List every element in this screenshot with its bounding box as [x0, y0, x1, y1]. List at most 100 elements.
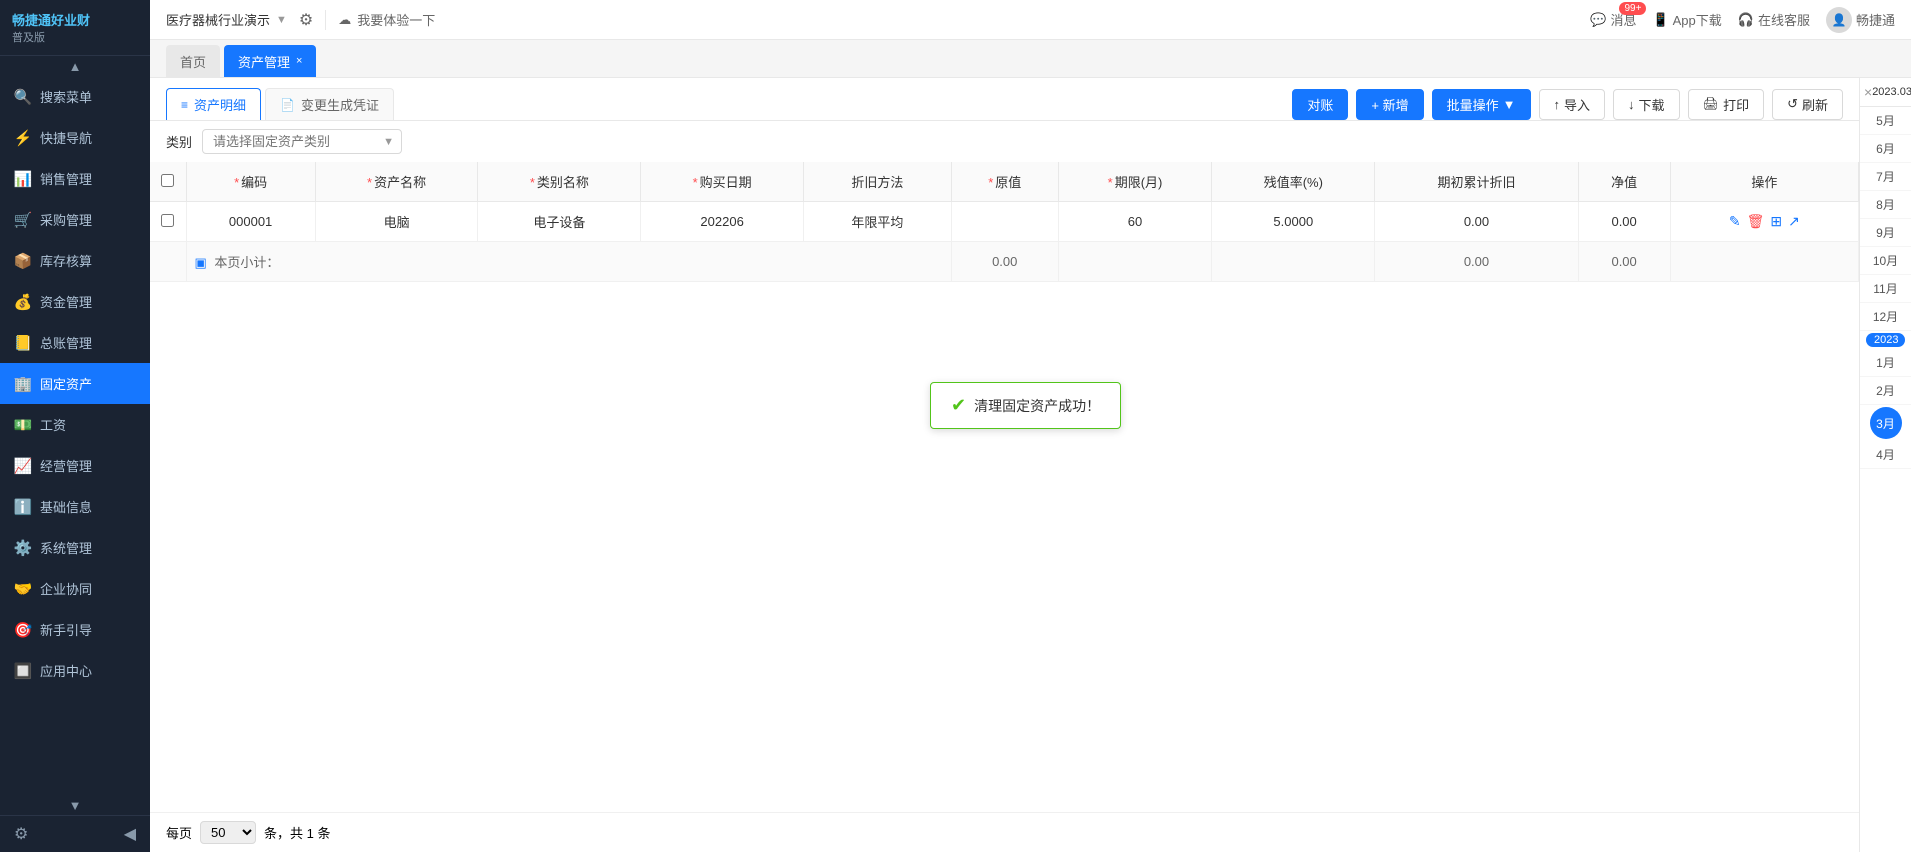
- sidebar-label-inventory: 库存核算: [40, 251, 92, 270]
- row-net-value: 0.00: [1578, 202, 1670, 242]
- app-download-btn[interactable]: 📱 App下载: [1652, 10, 1721, 29]
- sidebar-label-purchase: 采购管理: [40, 210, 92, 229]
- th-actions: 操作: [1670, 162, 1858, 202]
- row-checkbox-cell: [150, 202, 186, 242]
- download-btn[interactable]: ↓ 下载: [1613, 89, 1680, 120]
- sidebar-item-quick-nav[interactable]: ⚡快捷导航: [0, 117, 150, 158]
- select-all-checkbox[interactable]: [161, 174, 174, 187]
- home-tab-label: 首页: [180, 52, 206, 71]
- th-original-value: *原值: [951, 162, 1058, 202]
- calendar-month[interactable]: 9月: [1860, 219, 1911, 247]
- sidebar-item-inventory[interactable]: 📦库存核算: [0, 240, 150, 281]
- row-actions-cell: ✎ 🗑 ⊞ ↗: [1670, 202, 1858, 242]
- calendar-scroll: 5月6月7月8月9月10月11月12月20231月2月3月4月: [1860, 107, 1911, 852]
- edit-btn-0[interactable]: ✎: [1729, 213, 1741, 230]
- collapse-icon[interactable]: ◀: [124, 824, 136, 844]
- sidebar-item-enterprise[interactable]: 🤝企业协同: [0, 568, 150, 609]
- category-select[interactable]: [202, 129, 402, 154]
- subtotal-row: ▣ 本页小计： 0.00 0.00 0.00: [150, 242, 1859, 282]
- experience-btn[interactable]: ☁ 我要体验一下: [338, 10, 435, 29]
- sidebar-item-operations[interactable]: 📈经营管理: [0, 445, 150, 486]
- subtotal-residual: [1212, 242, 1375, 282]
- right-panel-close-icon[interactable]: ×: [1864, 84, 1872, 100]
- sidebar-item-search[interactable]: 🔍搜索菜单: [0, 76, 150, 117]
- sidebar-item-finance[interactable]: 💰资金管理: [0, 281, 150, 322]
- more-btn-0[interactable]: ↗: [1788, 213, 1800, 230]
- sidebar-icon-purchase: 🛒: [14, 211, 32, 229]
- sidebar-item-system[interactable]: ⚙️系统管理: [0, 527, 150, 568]
- sidebar-item-newbie[interactable]: 🎯新手引导: [0, 609, 150, 650]
- refresh-btn[interactable]: ↺ 刷新: [1772, 89, 1843, 120]
- asset-table: *编码 *资产名称 *类别名称 *购买日期 折旧方法 *原值 *期限(月) 残值…: [150, 162, 1859, 282]
- sidebar-item-purchase[interactable]: 🛒 采购管理: [0, 199, 150, 240]
- reconcile-btn[interactable]: 对账: [1292, 89, 1348, 120]
- settings-gear-icon[interactable]: ⚙: [299, 10, 313, 30]
- batch-ops-btn[interactable]: 批量操作 ▼: [1432, 89, 1531, 120]
- subtotal-original: 0.00: [951, 242, 1058, 282]
- row-name: 电脑: [315, 202, 478, 242]
- topbar-right: 💬 消息 99+ 📱 App下载 🎧 在线客服 👤 畅捷通: [1590, 7, 1895, 33]
- sidebar-item-apps[interactable]: 🔲应用中心: [0, 650, 150, 691]
- row-original-value: [951, 202, 1058, 242]
- calendar-month[interactable]: 8月: [1860, 191, 1911, 219]
- sidebar-nav: 🔍搜索菜单⚡快捷导航📊销售管理 🛒 采购管理 📦库存核算💰资金管理📒总账管理 🏢 固定资产…: [0, 76, 150, 795]
- tab-home[interactable]: 首页: [166, 45, 220, 77]
- row-category: 电子设备: [478, 202, 641, 242]
- sidebar-label-finance: 资金管理: [40, 292, 92, 311]
- new-btn[interactable]: + 新增: [1356, 89, 1423, 120]
- calendar-month[interactable]: 2月: [1860, 377, 1911, 405]
- sidebar-icon-fixed-assets: 🏢: [14, 375, 32, 393]
- per-page-label: 每页: [166, 823, 192, 842]
- sidebar-icon-apps: 🔲: [14, 662, 32, 680]
- batch-chevron-icon: ▼: [1503, 97, 1516, 112]
- sidebar-icon-operations: 📈: [14, 457, 32, 475]
- calendar-month[interactable]: 6月: [1860, 135, 1911, 163]
- sidebar-scroll-up[interactable]: ▲: [0, 56, 150, 76]
- per-page-select[interactable]: 50 100: [200, 821, 256, 844]
- tab-asset-detail[interactable]: ≡ 资产明细: [166, 88, 261, 120]
- calendar-month[interactable]: 1月: [1860, 349, 1911, 377]
- table-wrapper: *编码 *资产名称 *类别名称 *购买日期 折旧方法 *原值 *期限(月) 残值…: [150, 162, 1859, 812]
- sidebar-item-general-ledger[interactable]: 📒总账管理: [0, 322, 150, 363]
- tab-asset-mgmt[interactable]: 资产管理 ×: [224, 45, 316, 77]
- calendar-current-month[interactable]: 3月: [1870, 407, 1902, 439]
- content-main: ≡ 资产明细 📄 变更生成凭证 对账 + 新增 批量操作: [150, 78, 1859, 852]
- copy-btn-0[interactable]: ⊞: [1770, 213, 1782, 230]
- delete-btn-0[interactable]: 🗑: [1747, 213, 1765, 230]
- tab-change-voucher[interactable]: 📄 变更生成凭证: [265, 88, 394, 120]
- sidebar-icon-sales: 📊: [14, 170, 32, 188]
- row-checkbox-0[interactable]: [161, 214, 174, 227]
- import-btn[interactable]: ↑ 导入: [1539, 89, 1606, 120]
- calendar-month[interactable]: 4月: [1860, 441, 1911, 469]
- sidebar-item-fixed-assets[interactable]: 🏢 固定资产: [0, 363, 150, 404]
- settings-icon[interactable]: ⚙: [14, 824, 28, 844]
- download-btn-icon: ↓: [1628, 97, 1635, 112]
- sidebar-scroll-down[interactable]: ▼: [0, 795, 150, 815]
- calendar-month[interactable]: 5月: [1860, 107, 1911, 135]
- tab-close-icon[interactable]: ×: [296, 55, 302, 67]
- calendar-month[interactable]: 12月: [1860, 303, 1911, 331]
- sidebar-label-fixed-assets: 固定资产: [40, 374, 92, 393]
- total-label: 条，共 1 条: [264, 823, 330, 842]
- sidebar-icon-quick-nav: ⚡: [14, 129, 32, 147]
- topbar-divider: [325, 10, 326, 30]
- calendar-month[interactable]: 11月: [1860, 275, 1911, 303]
- messages-badge: 99+: [1619, 2, 1646, 15]
- category-select-wrapper: ▼: [202, 129, 402, 154]
- print-btn[interactable]: 🖨 打印: [1688, 89, 1765, 120]
- calendar-month[interactable]: 7月: [1860, 163, 1911, 191]
- sidebar-item-payroll[interactable]: 💵工资: [0, 404, 150, 445]
- company-selector[interactable]: 医疗器械行业演示 ▼: [166, 10, 287, 29]
- messages-btn[interactable]: 💬 消息 99+: [1590, 10, 1636, 29]
- subtotal-icon: ▣: [195, 255, 207, 270]
- sidebar-item-sales[interactable]: 📊销售管理: [0, 158, 150, 199]
- download-icon: 📱: [1652, 12, 1668, 28]
- user-profile-btn[interactable]: 👤 畅捷通: [1826, 7, 1895, 33]
- subtotal-term: [1058, 242, 1211, 282]
- online-service-btn[interactable]: 🎧 在线客服: [1738, 10, 1810, 29]
- content-area: ≡ 资产明细 📄 变更生成凭证 对账 + 新增 批量操作: [150, 78, 1911, 852]
- sidebar-item-basic-info[interactable]: ℹ️基础信息: [0, 486, 150, 527]
- calendar-month[interactable]: 10月: [1860, 247, 1911, 275]
- th-residual-rate: 残值率(%): [1212, 162, 1375, 202]
- row-residual-rate: 5.0000: [1212, 202, 1375, 242]
